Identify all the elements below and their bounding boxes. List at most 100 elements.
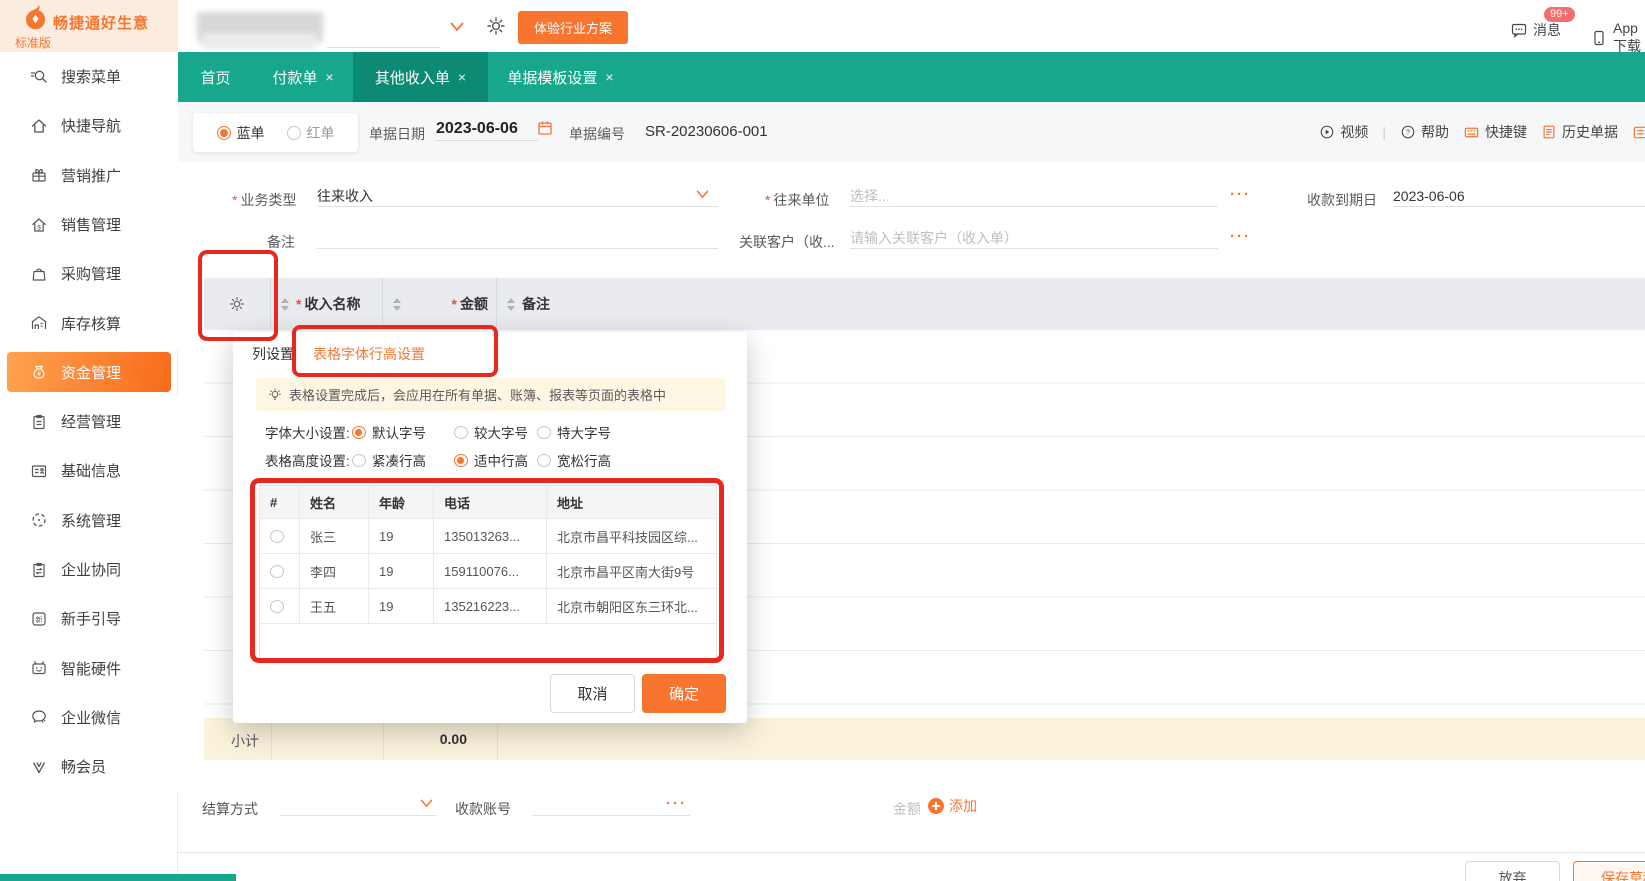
confirm-button[interactable]: 确定	[642, 674, 726, 713]
related-picker-ellipsis[interactable]: ···	[1230, 228, 1251, 245]
column-settings-cell[interactable]	[204, 278, 271, 330]
tab-close-icon[interactable]: ×	[605, 69, 613, 85]
font-large-option[interactable]: 较大字号	[454, 422, 528, 442]
messages-count-badge: 99+	[1543, 6, 1576, 23]
cell-phone: 159110076...	[434, 554, 547, 588]
sidebar-item-label: 营销推广	[61, 167, 122, 185]
amount-column-header[interactable]: * 金额	[383, 278, 497, 330]
sidebar-item-quick-nav[interactable]: 快捷导航	[0, 101, 178, 151]
app-download-link[interactable]: App下载	[1590, 20, 1645, 56]
svg-text:?: ?	[1406, 129, 1410, 137]
sidebar-item-label: 销售管理	[61, 217, 122, 235]
tab-home[interactable]: 首页	[178, 52, 253, 102]
row-radio[interactable]	[270, 564, 284, 578]
search-icon	[30, 68, 48, 86]
sort-icon[interactable]	[393, 297, 401, 311]
required-mark: *	[232, 192, 238, 208]
sort-icon[interactable]	[507, 297, 515, 311]
sidebar-item-label: 新手引导	[61, 611, 122, 629]
sidebar-item-marketing[interactable]: 营销推广	[0, 150, 178, 200]
company-field-underline	[327, 47, 440, 48]
chevron-down-icon[interactable]	[420, 799, 433, 808]
height-loose-option[interactable]: 宽松行高	[537, 450, 611, 470]
tab-column-settings[interactable]: 列设置	[252, 344, 294, 364]
partner-picker-ellipsis[interactable]: ···	[1230, 186, 1251, 203]
due-date-label: 收款到期日	[1307, 192, 1377, 208]
sidebar-item-inventory-accounting[interactable]: 库存核算	[0, 298, 178, 348]
blue-order-radio[interactable]: 蓝单	[216, 123, 265, 143]
help-label: 帮助	[1421, 124, 1449, 140]
history-link[interactable]: 历史单据	[1541, 122, 1618, 142]
row-radio[interactable]	[270, 529, 284, 543]
income-name-column-header[interactable]: * 收入名称	[271, 278, 383, 330]
table-gear-icon[interactable]	[229, 296, 245, 312]
tab-payment-order[interactable]: 付款单 ×	[253, 52, 353, 102]
member-v-icon	[30, 758, 48, 776]
row-radio[interactable]	[270, 599, 284, 613]
tab-other-income[interactable]: 其他收入单 ×	[353, 52, 488, 102]
radio-icon	[286, 125, 301, 140]
sidebar-item-sales-mgmt[interactable]: $ 销售管理	[0, 199, 178, 250]
tab-close-icon[interactable]: ×	[458, 69, 466, 85]
keyboard-icon	[1463, 124, 1480, 141]
sidebar-item-newbie-guide[interactable]: 新 新手引导	[0, 594, 178, 644]
shopping-bag-icon	[30, 265, 48, 283]
calendar-icon[interactable]	[536, 119, 554, 137]
related-customer-input[interactable]	[850, 228, 1218, 249]
cancel-button[interactable]: 取消	[550, 674, 635, 713]
tab-label: 付款单	[272, 69, 318, 87]
sort-icon[interactable]	[281, 297, 289, 311]
add-settlement-button[interactable]: 添加	[928, 796, 977, 816]
tab-font-row-height-settings[interactable]: 表格字体行高设置	[313, 344, 425, 364]
partner-input[interactable]	[850, 186, 1218, 207]
hotkey-link[interactable]: 快捷键	[1463, 122, 1527, 142]
messages-link[interactable]: 消息	[1510, 20, 1561, 40]
hotkey-label: 快捷键	[1485, 124, 1527, 140]
sidebar-item-purchase-mgmt[interactable]: 采购管理	[0, 249, 178, 299]
radio-icon	[454, 425, 468, 439]
messages-label: 消息	[1533, 22, 1561, 38]
red-order-radio[interactable]: 红单	[286, 123, 335, 143]
sidebar-item-search-menu[interactable]: 搜索菜单	[0, 52, 178, 102]
remark-input[interactable]	[317, 228, 718, 249]
tab-close-icon[interactable]: ×	[325, 69, 333, 85]
red-order-label: 红单	[306, 124, 335, 141]
biz-type-input[interactable]	[317, 186, 718, 207]
sidebar-item-system-mgmt[interactable]: 系统管理	[0, 495, 178, 545]
account-picker-ellipsis[interactable]: ···	[666, 795, 687, 812]
cell-phone: 135013263...	[434, 519, 547, 553]
sidebar-item-base-info[interactable]: 基础信息	[0, 446, 178, 496]
remark-column-header[interactable]: 备注	[497, 278, 1645, 330]
radio-icon	[352, 453, 366, 467]
sidebar-item-member[interactable]: 畅会员	[0, 742, 178, 792]
chevron-down-icon[interactable]	[450, 22, 464, 32]
font-default-option[interactable]: 默认字号	[352, 422, 426, 442]
discard-button[interactable]: 放弃	[1465, 861, 1560, 881]
sidebar-item-wecom[interactable]: 企业微信	[0, 692, 178, 743]
save-draft-button[interactable]: 保存草稿	[1573, 861, 1645, 881]
settle-method-input[interactable]	[280, 795, 437, 816]
doc-date-input[interactable]	[436, 118, 538, 141]
sidebar-item-label: 系统管理	[61, 512, 122, 530]
chevron-down-icon[interactable]	[696, 190, 709, 199]
height-medium-option[interactable]: 适中行高	[454, 450, 528, 470]
cell-address: 北京市昌平科技园区综...	[557, 529, 698, 545]
row-height-setting-row: 表格高度设置: 紧凑行高 适中行高 宽松行高	[233, 446, 747, 470]
sidebar-item-funds-mgmt[interactable]: ¥ 资金管理	[7, 352, 171, 393]
sidebar-item-operations-mgmt[interactable]: 经营管理	[0, 396, 178, 447]
gear-icon[interactable]	[486, 16, 506, 36]
video-link[interactable]: 视频	[1319, 122, 1368, 142]
help-link[interactable]: ? 帮助	[1400, 122, 1449, 142]
font-xlarge-option[interactable]: 特大字号	[537, 422, 611, 442]
sidebar-item-smart-hardware[interactable]: 智能硬件	[0, 643, 178, 693]
due-date-input[interactable]	[1393, 186, 1645, 207]
active-tab-underline	[313, 374, 420, 376]
clipped-edge-icon[interactable]	[1632, 124, 1645, 141]
industry-solution-button[interactable]: 体验行业方案	[518, 11, 628, 44]
tab-template-settings[interactable]: 单据模板设置 ×	[488, 52, 633, 102]
chat-bubble-icon	[30, 708, 48, 726]
cell-age: 19	[369, 589, 434, 623]
sidebar-item-enterprise-collab[interactable]: 企业协同	[0, 544, 178, 595]
sidebar-item-label: 畅会员	[61, 759, 107, 777]
height-compact-option[interactable]: 紧凑行高	[352, 450, 426, 470]
